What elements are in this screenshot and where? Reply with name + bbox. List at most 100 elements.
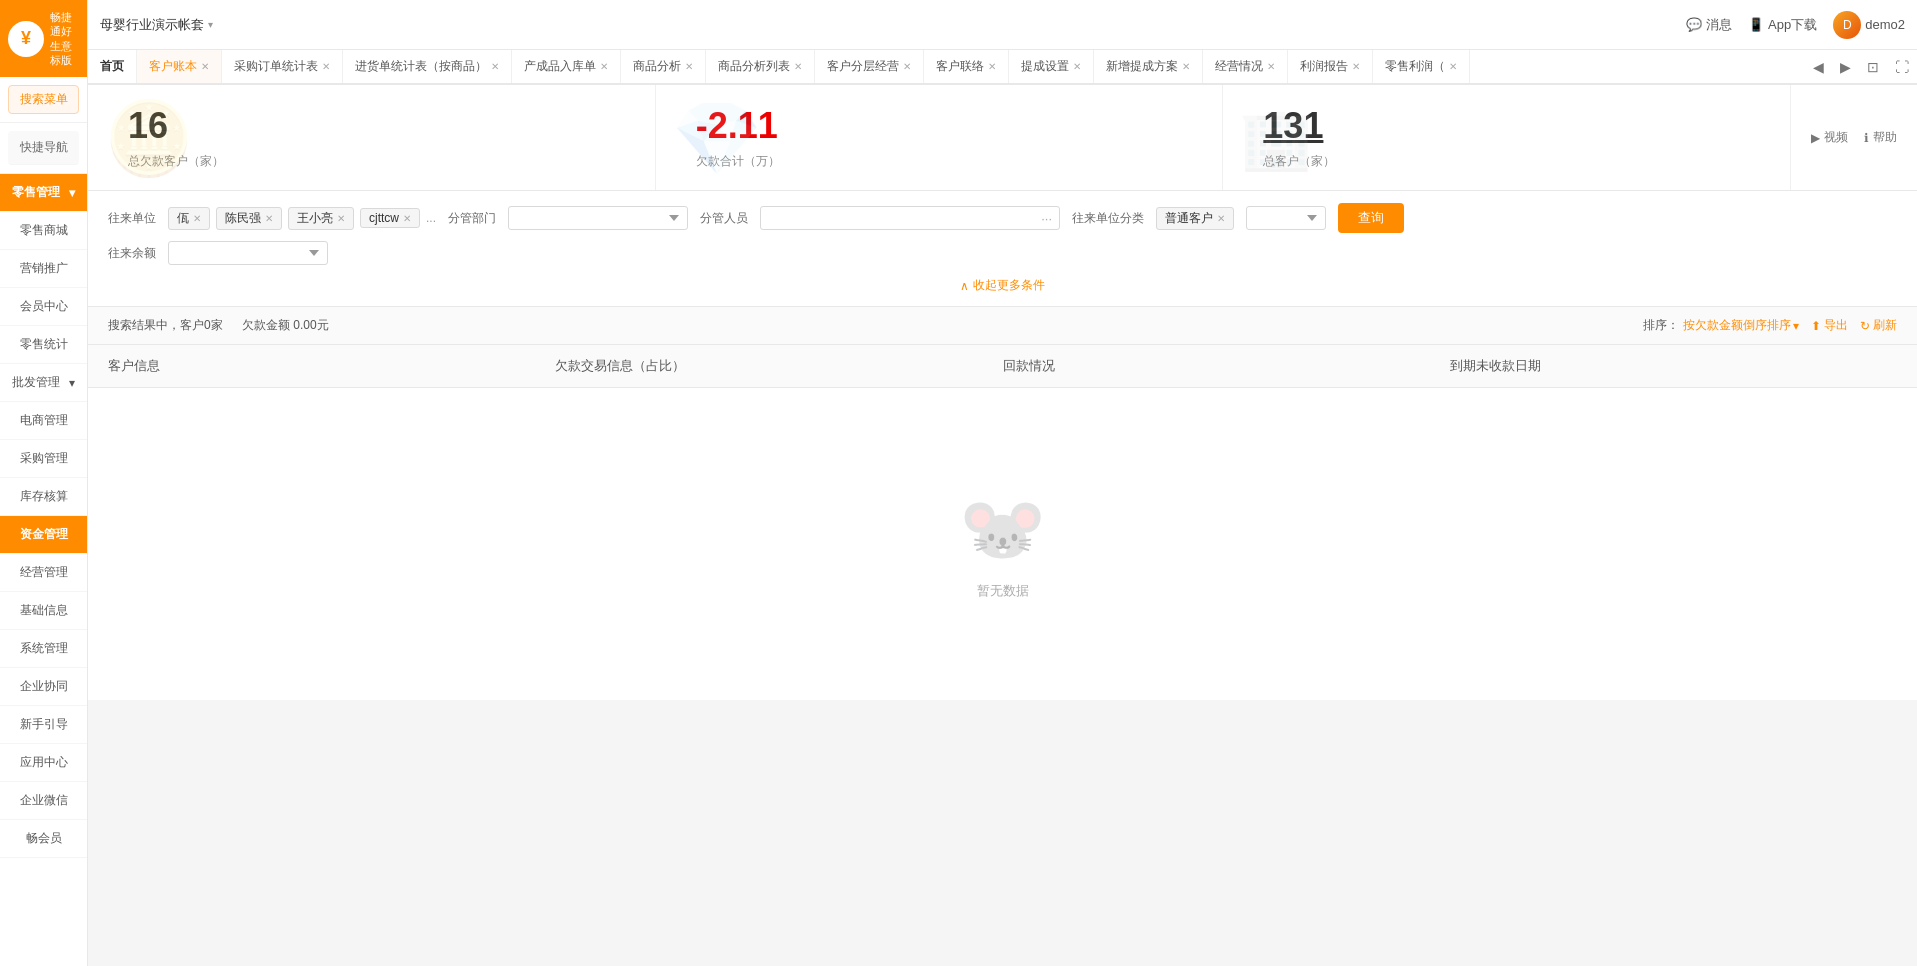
table-col-due-date: 到期未收款日期: [1450, 357, 1897, 375]
unit-tag-cjttcw-close[interactable]: ✕: [403, 213, 411, 224]
message-button[interactable]: 💬 消息: [1686, 16, 1732, 34]
sidebar-logo: ¥ 畅捷通好生意 标版: [0, 0, 87, 77]
tab-close-customer-contact[interactable]: ✕: [988, 61, 996, 72]
help-label: 帮助: [1873, 129, 1897, 146]
sidebar-item-ecommerce-mgmt[interactable]: 电商管理: [0, 402, 87, 440]
export-button[interactable]: ⬆ 导出: [1811, 317, 1848, 334]
search-query-button[interactable]: 查询: [1338, 203, 1404, 233]
sidebar-item-capital-mgmt[interactable]: 资金管理: [0, 516, 87, 554]
tab-scroll-left-button[interactable]: ◀: [1805, 53, 1832, 81]
person-filter-input[interactable]: [760, 206, 1060, 230]
tab-close-customer-segment[interactable]: ✕: [903, 61, 911, 72]
sidebar-search-area: 搜索菜单: [0, 77, 87, 123]
stat-debt-total-label: 欠款合计（万）: [696, 153, 1193, 170]
unit-type-tag-label: 普通客户: [1165, 210, 1213, 227]
stat-total-debt-customers: 🪙 16 总欠款客户（家）: [88, 85, 655, 190]
search-menu-button[interactable]: 搜索菜单: [8, 85, 79, 114]
tab-home[interactable]: 首页: [88, 50, 137, 83]
sidebar-item-wholesale-mgmt[interactable]: 批发管理 ▾: [0, 364, 87, 402]
table-col-debt-info: 欠款交易信息（占比）: [555, 357, 1002, 375]
sidebar-item-enterprise-coop[interactable]: 企业协同: [0, 668, 87, 706]
person-filter-more-icon[interactable]: ···: [1041, 211, 1052, 226]
unit-type-filter-select[interactable]: [1246, 206, 1326, 230]
refresh-button[interactable]: ↻ 刷新: [1860, 317, 1897, 334]
tab-close-goods-analysis-list[interactable]: ✕: [794, 61, 802, 72]
content-area: 🪙 16 总欠款客户（家） 💎 -2.11 欠款合计（万） 🏢 131 总客户（…: [88, 85, 1917, 966]
sidebar: ¥ 畅捷通好生意 标版 搜索菜单 快捷导航 零售管理 ▾ 零售商城 营销推广 会…: [0, 0, 88, 966]
balance-filter-label: 往来余额: [108, 245, 156, 262]
tab-purchase-order-stats[interactable]: 采购订单统计表 ✕: [222, 50, 343, 83]
unit-tag-wa-label: 佤: [177, 210, 189, 227]
sidebar-item-retail-stats[interactable]: 零售统计: [0, 326, 87, 364]
tab-customer-segment[interactable]: 客户分层经营 ✕: [815, 50, 924, 83]
person-filter-label: 分管人员: [700, 210, 748, 227]
sidebar-item-retail-mall[interactable]: 零售商城: [0, 212, 87, 250]
tab-new-promotion-plan[interactable]: 新增提成方案 ✕: [1094, 50, 1203, 83]
tab-goods-analysis[interactable]: 商品分析 ✕: [621, 50, 706, 83]
tab-profit-report[interactable]: 利润报告 ✕: [1288, 50, 1373, 83]
unit-tag-chen-close[interactable]: ✕: [265, 213, 273, 224]
tab-close-profit-report[interactable]: ✕: [1352, 61, 1360, 72]
stat-debt-total: 💎 -2.11 欠款合计（万）: [655, 85, 1223, 190]
sidebar-item-purchase-mgmt[interactable]: 采购管理: [0, 440, 87, 478]
unit-tag-wa-close[interactable]: ✕: [193, 213, 201, 224]
tab-close-product-instock[interactable]: ✕: [600, 61, 608, 72]
unit-tag-wang-close[interactable]: ✕: [337, 213, 345, 224]
tab-scroll-right-button[interactable]: ▶: [1832, 53, 1859, 81]
sidebar-item-inventory-check[interactable]: 库存核算: [0, 478, 87, 516]
tab-close-purchase-order-stats[interactable]: ✕: [322, 61, 330, 72]
sidebar-item-app-center[interactable]: 应用中心: [0, 744, 87, 782]
sidebar-item-retail-mgmt[interactable]: 零售管理 ▾: [0, 174, 87, 212]
tab-close-new-promotion-plan[interactable]: ✕: [1182, 61, 1190, 72]
topbar-right: 💬 消息 📱 App下载 D demo2: [1686, 11, 1905, 39]
tab-close-instock-stats[interactable]: ✕: [491, 61, 499, 72]
app-download-button[interactable]: 📱 App下载: [1748, 16, 1817, 34]
sidebar-item-system-mgmt[interactable]: 系统管理: [0, 630, 87, 668]
sidebar-item-vip-member[interactable]: 畅会员: [0, 820, 87, 858]
unit-type-tag-close[interactable]: ✕: [1217, 213, 1225, 224]
tab-promotion-settings[interactable]: 提成设置 ✕: [1009, 50, 1094, 83]
account-selector[interactable]: 母婴行业演示帐套 ▾: [100, 16, 213, 34]
refresh-icon: ↻: [1860, 319, 1870, 333]
sidebar-item-marketing[interactable]: 营销推广: [0, 250, 87, 288]
tab-instock-stats[interactable]: 进货单统计表（按商品） ✕: [343, 50, 512, 83]
tab-business-status[interactable]: 经营情况 ✕: [1203, 50, 1288, 83]
dept-filter-select[interactable]: [508, 206, 688, 230]
tab-close-goods-analysis[interactable]: ✕: [685, 61, 693, 72]
sidebar-item-operation-mgmt[interactable]: 经营管理: [0, 554, 87, 592]
sidebar-item-member-center[interactable]: 会员中心: [0, 288, 87, 326]
unit-tags-more[interactable]: ...: [426, 211, 436, 225]
tab-customer-contact[interactable]: 客户联络 ✕: [924, 50, 1009, 83]
tab-close-promotion-settings[interactable]: ✕: [1073, 61, 1081, 72]
user-avatar-button[interactable]: D demo2: [1833, 11, 1905, 39]
video-help-button[interactable]: ▶ 视频: [1811, 129, 1848, 146]
help-button[interactable]: ℹ 帮助: [1864, 129, 1897, 146]
tab-expand-button[interactable]: ⊡: [1859, 53, 1887, 81]
sidebar-item-new-guide[interactable]: 新手引导: [0, 706, 87, 744]
tab-product-instock[interactable]: 产成品入库单 ✕: [512, 50, 621, 83]
tab-close-business-status[interactable]: ✕: [1267, 61, 1275, 72]
filter-row-1: 往来单位 佤 ✕ 陈民强 ✕ 王小亮 ✕ cjttcw: [108, 203, 1897, 233]
tab-goods-analysis-list[interactable]: 商品分析列表 ✕: [706, 50, 815, 83]
tab-close-customer-book[interactable]: ✕: [201, 61, 209, 72]
filter-collapse-button[interactable]: ∧ 收起更多条件: [960, 277, 1045, 294]
app-subtitle: 标版: [50, 53, 79, 67]
stat-total-customers: 🏢 131 总客户（家）: [1222, 85, 1790, 190]
collapse-label: 收起更多条件: [973, 277, 1045, 294]
tab-close-retail-profit[interactable]: ✕: [1449, 61, 1457, 72]
sidebar-item-basic-info[interactable]: 基础信息: [0, 592, 87, 630]
stat-total-customers-value: 131: [1263, 105, 1760, 147]
sort-value-button[interactable]: 按欠款金额倒序排序 ▾: [1683, 317, 1799, 334]
table-col-customer-info: 客户信息: [108, 357, 555, 375]
balance-filter-select[interactable]: [168, 241, 328, 265]
app-title: 畅捷通好生意: [50, 10, 79, 53]
quick-nav-item[interactable]: 快捷导航: [8, 131, 79, 165]
sidebar-item-enterprise-wechat[interactable]: 企业微信: [0, 782, 87, 820]
logo-icon: ¥: [8, 21, 44, 57]
help-icon: ℹ: [1864, 131, 1869, 145]
filter-area: 往来单位 佤 ✕ 陈民强 ✕ 王小亮 ✕ cjttcw: [88, 191, 1917, 307]
account-name: 母婴行业演示帐套: [100, 16, 204, 34]
tab-fullscreen-button[interactable]: ⛶: [1887, 53, 1917, 81]
tab-retail-profit[interactable]: 零售利润（ ✕: [1373, 50, 1470, 83]
tab-customer-book[interactable]: 客户账本 ✕: [137, 50, 222, 85]
